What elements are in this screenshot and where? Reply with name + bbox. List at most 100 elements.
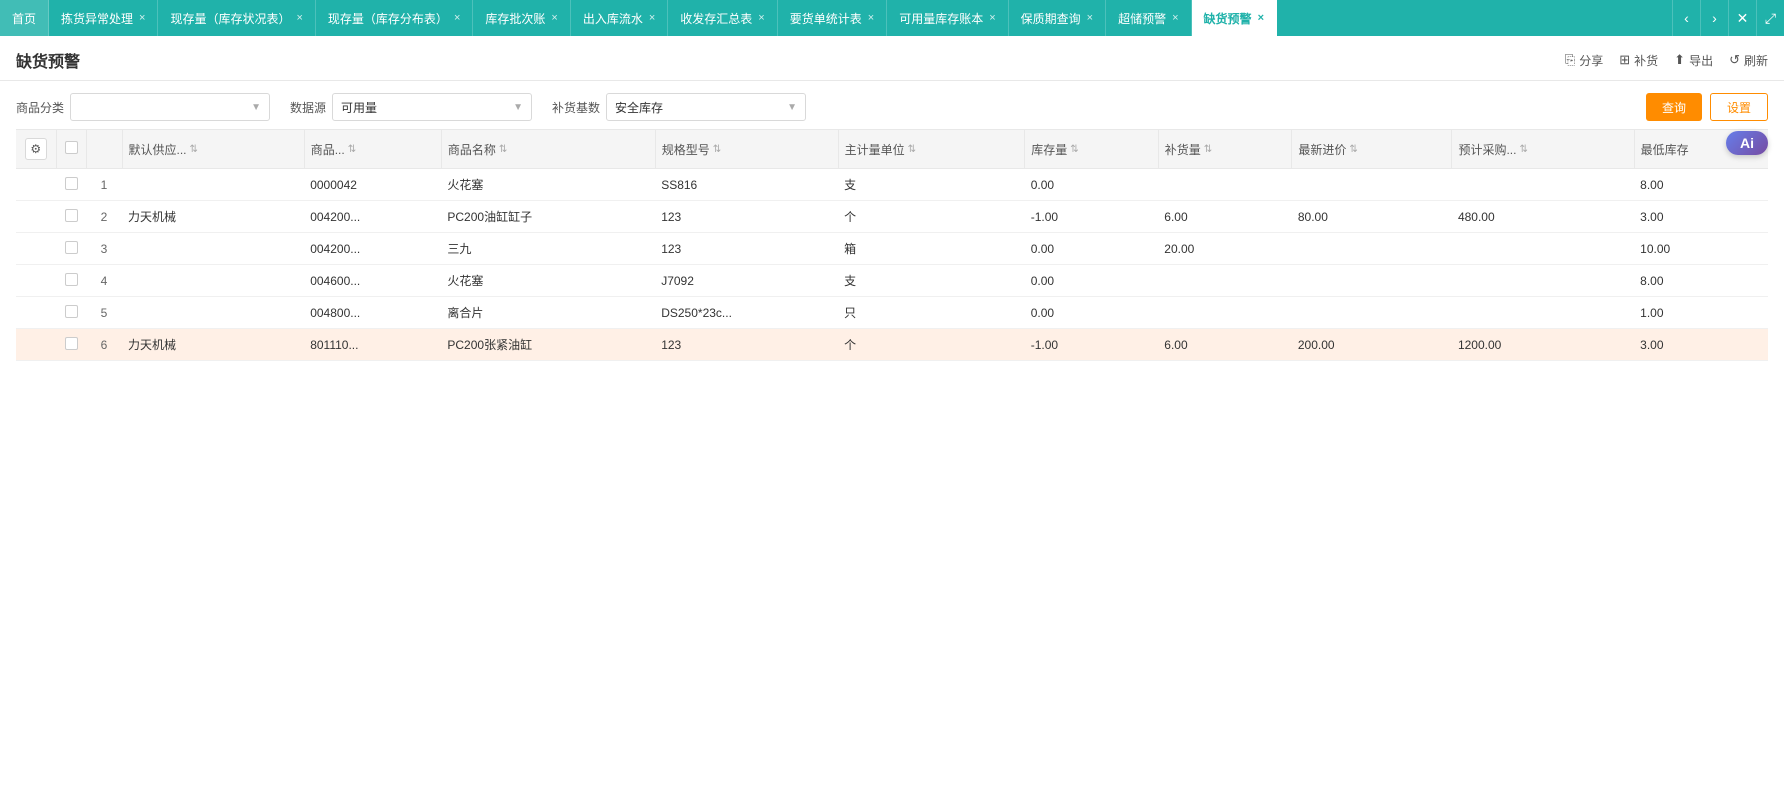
- row-checkbox-1[interactable]: [65, 209, 78, 222]
- sort-unit-icon[interactable]: ⇅: [908, 144, 916, 155]
- cell-stock-3: 0.00: [1025, 265, 1159, 297]
- cell-min-stock-1: 3.00: [1634, 201, 1768, 233]
- tab-prev-button[interactable]: ‹: [1672, 0, 1700, 36]
- export-button[interactable]: ⬆ 导出: [1674, 52, 1713, 69]
- cell-unit-1: 个: [838, 201, 1025, 233]
- cell-replenish-5: 6.00: [1158, 329, 1292, 361]
- cell-num-4: 5: [86, 297, 122, 329]
- cell-unit-3: 支: [838, 265, 1025, 297]
- tab-nav-controls: ‹ › ✕ ⤢: [1672, 0, 1784, 36]
- tab-expiry-query[interactable]: 保质期查询 ×: [1009, 0, 1106, 36]
- row-checkbox-0[interactable]: [65, 177, 78, 190]
- tab-shortage-warning[interactable]: 缺货预警 ×: [1192, 0, 1277, 36]
- tab-overstock-warning[interactable]: 超储预警 ×: [1106, 0, 1191, 36]
- tab-close-overstock-warning[interactable]: ×: [1172, 12, 1178, 24]
- th-replenish-qty: 补货量 ⇅: [1158, 130, 1292, 169]
- tab-next-button[interactable]: ›: [1700, 0, 1728, 36]
- row-checkbox-5[interactable]: [65, 337, 78, 350]
- cell-unit-5: 个: [838, 329, 1025, 361]
- sort-supplier-icon[interactable]: ⇅: [190, 144, 198, 155]
- cell-name-3: 火花塞: [441, 265, 655, 297]
- cell-name-4: 离合片: [441, 297, 655, 329]
- category-select[interactable]: ▼: [70, 93, 270, 121]
- tab-close-all-button[interactable]: ✕: [1728, 0, 1756, 36]
- cell-supplier-2: [122, 233, 304, 265]
- tab-available-ledger[interactable]: 可用量库存账本 ×: [887, 0, 1008, 36]
- cell-est-purchase-5: 1200.00: [1452, 329, 1634, 361]
- cell-name-0: 火花塞: [441, 169, 655, 201]
- cell-num-3: 4: [86, 265, 122, 297]
- tab-inventory-dist[interactable]: 现存量（库存分布表） ×: [316, 0, 473, 36]
- tab-error-handling[interactable]: 拣货异常处理 ×: [49, 0, 158, 36]
- filter-bar: 商品分类 ▼ 数据源 可用量 ▼ 补货基数 安全库存 ▼ 查询 设置: [0, 81, 1784, 129]
- tab-home[interactable]: 首页: [0, 0, 49, 36]
- tab-batch-account[interactable]: 库存批次账 ×: [473, 0, 570, 36]
- cell-min-stock-4: 1.00: [1634, 297, 1768, 329]
- cell-unit-4: 只: [838, 297, 1025, 329]
- sort-name-icon[interactable]: ⇅: [499, 144, 507, 155]
- tab-close-inventory-status[interactable]: ×: [296, 12, 302, 24]
- share-button[interactable]: ⎘ 分享: [1565, 52, 1603, 69]
- tab-inventory-status[interactable]: 现存量（库存状况表） ×: [158, 0, 315, 36]
- replenish-base-select[interactable]: 安全库存 ▼: [606, 93, 806, 121]
- tab-close-in-out-flow[interactable]: ×: [649, 12, 655, 24]
- table-container: ⚙ 默认供应... ⇅ 商品...: [0, 129, 1784, 361]
- cell-settings-1: [16, 201, 56, 233]
- row-checkbox-3[interactable]: [65, 273, 78, 286]
- tab-demand-stat[interactable]: 要货单统计表 ×: [778, 0, 887, 36]
- replenish-icon: ⊞: [1619, 52, 1630, 68]
- cell-min-stock-2: 10.00: [1634, 233, 1768, 265]
- data-source-label: 数据源: [290, 99, 326, 116]
- cell-spec-0: SS816: [655, 169, 838, 201]
- column-settings-button[interactable]: ⚙: [25, 138, 47, 160]
- cell-price-0: [1292, 169, 1452, 201]
- tab-close-receive-summary[interactable]: ×: [758, 12, 764, 24]
- cell-settings-3: [16, 265, 56, 297]
- sort-spec-icon[interactable]: ⇅: [713, 144, 721, 155]
- refresh-button[interactable]: ↺ 刷新: [1729, 52, 1768, 69]
- sort-stock-icon[interactable]: ⇅: [1070, 144, 1078, 155]
- tab-close-inventory-dist[interactable]: ×: [454, 12, 460, 24]
- cell-num-1: 2: [86, 201, 122, 233]
- cell-name-5: PC200张紧油缸: [441, 329, 655, 361]
- tab-close-batch-account[interactable]: ×: [551, 12, 557, 24]
- sort-replenish-icon[interactable]: ⇅: [1204, 144, 1212, 155]
- tab-close-shortage-warning[interactable]: ×: [1258, 12, 1264, 24]
- tab-maximize-button[interactable]: ⤢: [1756, 0, 1784, 36]
- cell-min-stock-0: 8.00: [1634, 169, 1768, 201]
- select-all-checkbox[interactable]: [65, 141, 78, 154]
- query-button[interactable]: 查询: [1646, 93, 1702, 121]
- cell-code-3: 004600...: [304, 265, 441, 297]
- tab-close-demand-stat[interactable]: ×: [868, 12, 874, 24]
- table-row: 1 0000042 火花塞 SS816 支 0.00 8.00: [16, 169, 1768, 201]
- cell-est-purchase-1: 480.00: [1452, 201, 1634, 233]
- sort-est-purchase-icon[interactable]: ⇅: [1519, 144, 1527, 155]
- category-dropdown-icon: ▼: [251, 102, 261, 113]
- th-unit: 主计量单位 ⇅: [838, 130, 1025, 169]
- tab-receive-summary[interactable]: 收发存汇总表 ×: [668, 0, 777, 36]
- cell-spec-2: 123: [655, 233, 838, 265]
- main-table: ⚙ 默认供应... ⇅ 商品...: [16, 129, 1768, 361]
- row-checkbox-2[interactable]: [65, 241, 78, 254]
- tab-close-available-ledger[interactable]: ×: [989, 12, 995, 24]
- tab-in-out-flow[interactable]: 出入库流水 ×: [571, 0, 668, 36]
- cell-supplier-4: [122, 297, 304, 329]
- page-header: 缺货预警 ⎘ 分享 ⊞ 补货 ⬆ 导出 ↺ 刷新: [0, 36, 1784, 81]
- table-row: 4 004600... 火花塞 J7092 支 0.00 8.00: [16, 265, 1768, 297]
- cell-checkbox-0: [56, 169, 86, 201]
- replenish-button[interactable]: ⊞ 补货: [1619, 52, 1658, 69]
- cell-est-purchase-2: [1452, 233, 1634, 265]
- setting-button[interactable]: 设置: [1710, 93, 1768, 121]
- sort-price-icon[interactable]: ⇅: [1349, 144, 1357, 155]
- cell-est-purchase-3: [1452, 265, 1634, 297]
- cell-num-0: 1: [86, 169, 122, 201]
- sort-code-icon[interactable]: ⇅: [348, 144, 356, 155]
- cell-stock-4: 0.00: [1025, 297, 1159, 329]
- data-source-select[interactable]: 可用量 ▼: [332, 93, 532, 121]
- tab-close-error-handling[interactable]: ×: [139, 12, 145, 24]
- cell-code-1: 004200...: [304, 201, 441, 233]
- row-checkbox-4[interactable]: [65, 305, 78, 318]
- ai-button[interactable]: Ai: [1726, 131, 1768, 155]
- cell-spec-1: 123: [655, 201, 838, 233]
- tab-close-expiry-query[interactable]: ×: [1087, 12, 1093, 24]
